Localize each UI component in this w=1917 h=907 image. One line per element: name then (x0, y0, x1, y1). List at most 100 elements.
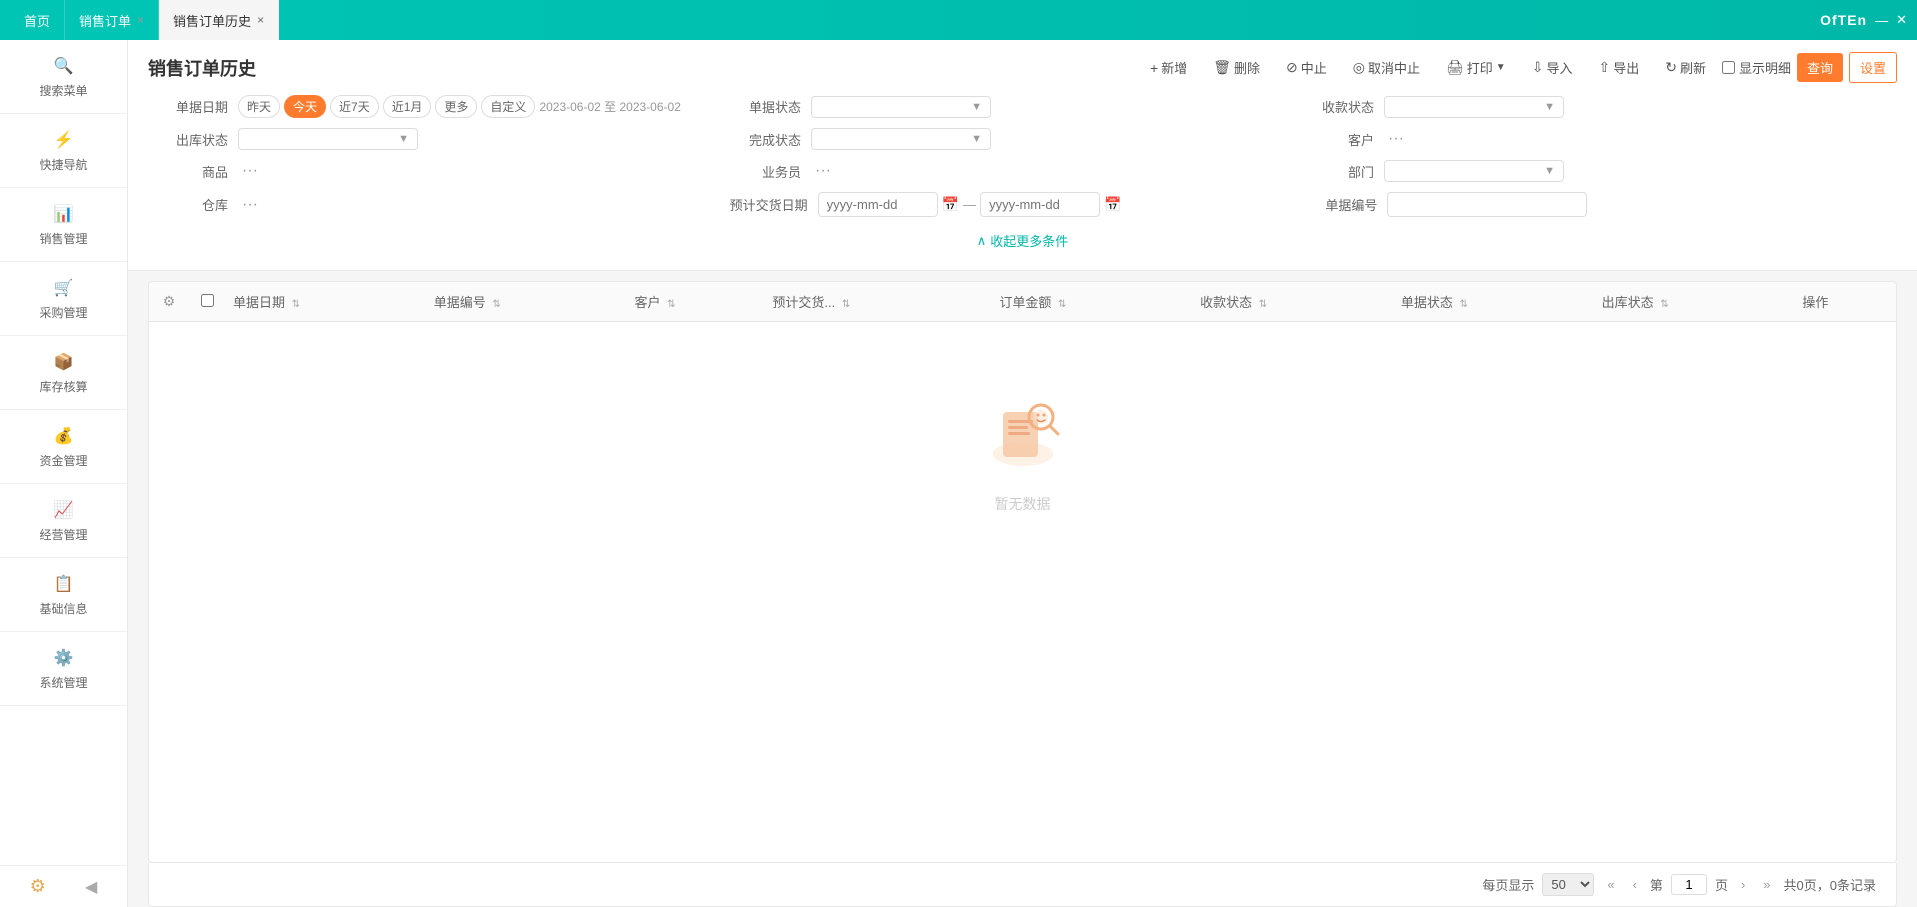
date-filter-control: 昨天 今天 近7天 近1月 更多 自定义 2023-06-02 至 2023-0… (238, 95, 731, 118)
page-size-label: 每页显示 (1482, 875, 1534, 894)
bill-status-arrow: ▼ (971, 101, 982, 113)
date-custom[interactable]: 自定义 (481, 95, 535, 118)
settings-button[interactable]: 设置 (1849, 52, 1897, 83)
department-select[interactable]: ▼ (1384, 160, 1564, 182)
table-body: 暂无数据 (149, 322, 1896, 575)
col-order-amount: 订单金额 ⇅ (991, 282, 1192, 322)
sidebar-item-system[interactable]: ⚙️ 系统管理 (0, 632, 127, 706)
date-more[interactable]: 更多 (435, 95, 477, 118)
tab-sales-history[interactable]: 销售订单历史 × (159, 0, 279, 40)
page-header: 销售订单历史 + 新增 🗑 删除 ⊘ 中止 ◎ (128, 40, 1917, 271)
sales-icon: 📊 (52, 202, 76, 226)
sidebar-item-quick-nav[interactable]: ⚡ 快捷导航 (0, 114, 127, 188)
calendar-to-icon[interactable]: 📅 (1104, 196, 1121, 213)
bill-no-input[interactable] (1387, 192, 1587, 217)
out-status-select[interactable]: ▼ (238, 128, 418, 150)
date-yesterday[interactable]: 昨天 (238, 95, 280, 118)
sort-delivery-date[interactable]: ⇅ (842, 299, 850, 310)
out-status-arrow: ▼ (398, 133, 409, 145)
filter-area: 单据日期 昨天 今天 近7天 近1月 更多 自定义 2023-06-02 至 2… (148, 95, 1897, 270)
sort-out-status[interactable]: ⇅ (1660, 299, 1668, 310)
sort-customer[interactable]: ⇅ (667, 299, 675, 310)
payment-status-select[interactable]: ▼ (1384, 96, 1564, 118)
date-7days[interactable]: 近7天 (330, 95, 379, 118)
filter-row-3: 商品 ··· 业务员 ··· 部门 ▼ (168, 160, 1877, 182)
delivery-date-to[interactable] (980, 192, 1100, 217)
sidebar-item-inventory[interactable]: 📦 库存核算 (0, 336, 127, 410)
sidebar-settings-icon[interactable]: ⚙ (30, 876, 46, 897)
import-button[interactable]: ⇩ 导入 (1522, 53, 1583, 82)
payment-status-label: 收款状态 (1304, 97, 1384, 116)
show-detail-checkbox[interactable]: 显示明细 (1722, 58, 1791, 77)
goods-more[interactable]: ··· (238, 162, 262, 180)
sidebar-collapse-icon[interactable]: ◀ (85, 877, 97, 897)
page-label: 页 (1715, 875, 1728, 894)
last-page-button[interactable]: » (1758, 875, 1775, 894)
window-minimize[interactable]: — (1875, 13, 1888, 28)
payment-status-control: ▼ (1384, 96, 1877, 118)
table-settings-button[interactable]: ⚙ (163, 293, 176, 310)
goods-label: 商品 (168, 162, 238, 181)
print-button[interactable]: 🖨 打印 ▼ (1436, 53, 1516, 82)
sort-bill-date[interactable]: ⇅ (292, 299, 300, 310)
refresh-button[interactable]: ↻ 刷新 (1655, 53, 1716, 82)
collapse-button[interactable]: ∧ 收起更多条件 (168, 227, 1877, 258)
date-1month[interactable]: 近1月 (383, 95, 432, 118)
stop-button[interactable]: ⊘ 中止 (1276, 53, 1337, 82)
date-today[interactable]: 今天 (284, 95, 326, 118)
sidebar-item-purchase[interactable]: 🛒 采购管理 (0, 262, 127, 336)
system-icon: ⚙️ (52, 646, 76, 670)
sort-bill-status[interactable]: ⇅ (1459, 299, 1467, 310)
complete-status-select[interactable]: ▼ (811, 128, 991, 150)
sort-bill-no[interactable]: ⇅ (492, 299, 500, 310)
select-all-checkbox[interactable] (201, 294, 214, 307)
filter-row-4: 仓库 ··· 预计交货日期 📅 — 📅 单据编号 (168, 192, 1877, 217)
col-bill-status: 单据状态 ⇅ (1393, 282, 1594, 322)
goods-control: ··· (238, 162, 731, 180)
sort-payment-status[interactable]: ⇅ (1259, 299, 1267, 310)
calendar-from-icon[interactable]: 📅 (942, 196, 959, 213)
export-icon: ⇧ (1598, 59, 1610, 76)
close-sales-history-tab[interactable]: × (257, 13, 264, 27)
delete-button[interactable]: 🗑 删除 (1203, 53, 1270, 82)
query-button[interactable]: 查询 (1797, 53, 1843, 82)
show-detail-input[interactable] (1722, 61, 1735, 74)
warehouse-more[interactable]: ··· (238, 196, 262, 214)
complete-status-label: 完成状态 (731, 130, 811, 149)
close-sales-order-tab[interactable]: × (137, 13, 144, 27)
sidebar-item-basic-info[interactable]: 📋 基础信息 (0, 558, 127, 632)
next-page-button[interactable]: › (1736, 875, 1750, 894)
customer-more[interactable]: ··· (1384, 130, 1408, 148)
add-button[interactable]: + 新增 (1140, 53, 1197, 82)
window-close[interactable]: ✕ (1896, 12, 1907, 28)
table-container: ⚙ 单据日期 ⇅ 单据编号 ⇅ (148, 281, 1897, 863)
sidebar-item-search-menu[interactable]: 🔍 搜索菜单 (0, 40, 127, 114)
sort-order-amount[interactable]: ⇅ (1058, 299, 1066, 310)
filter-row-2: 出库状态 ▼ 完成状态 ▼ 客户 (168, 128, 1877, 150)
salesperson-more[interactable]: ··· (811, 162, 835, 180)
purchase-icon: 🛒 (52, 276, 76, 300)
page-size-select[interactable]: 50 10 20 100 (1542, 873, 1594, 896)
prev-page-button[interactable]: ‹ (1628, 875, 1642, 894)
sidebar-item-finance[interactable]: 💰 资金管理 (0, 410, 127, 484)
sidebar-item-operations[interactable]: 📈 经营管理 (0, 484, 127, 558)
delivery-date-control: 📅 — 📅 (818, 192, 1308, 217)
tab-sales-order[interactable]: 销售订单 × (65, 0, 159, 40)
col-customer: 客户 ⇅ (627, 282, 765, 322)
page-input[interactable] (1671, 874, 1707, 895)
cancel-stop-button[interactable]: ◎ 取消中止 (1343, 53, 1430, 82)
first-page-button[interactable]: « (1602, 875, 1619, 894)
sidebar-item-sales[interactable]: 📊 销售管理 (0, 188, 127, 262)
col-payment-status: 收款状态 ⇅ (1192, 282, 1393, 322)
delivery-date-from[interactable] (818, 192, 938, 217)
export-button[interactable]: ⇧ 导出 (1588, 53, 1649, 82)
content-area: 销售订单历史 + 新增 🗑 删除 ⊘ 中止 ◎ (128, 40, 1917, 907)
delete-icon: 🗑 (1213, 59, 1231, 76)
import-icon: ⇩ (1532, 59, 1544, 76)
tab-home[interactable]: 首页 (10, 0, 65, 40)
salesperson-control: ··· (811, 162, 1304, 180)
total-text: 共0页，0条记录 (1784, 875, 1876, 894)
complete-status-arrow: ▼ (971, 133, 982, 145)
bill-status-select[interactable]: ▼ (811, 96, 991, 118)
search-menu-icon: 🔍 (52, 54, 76, 78)
